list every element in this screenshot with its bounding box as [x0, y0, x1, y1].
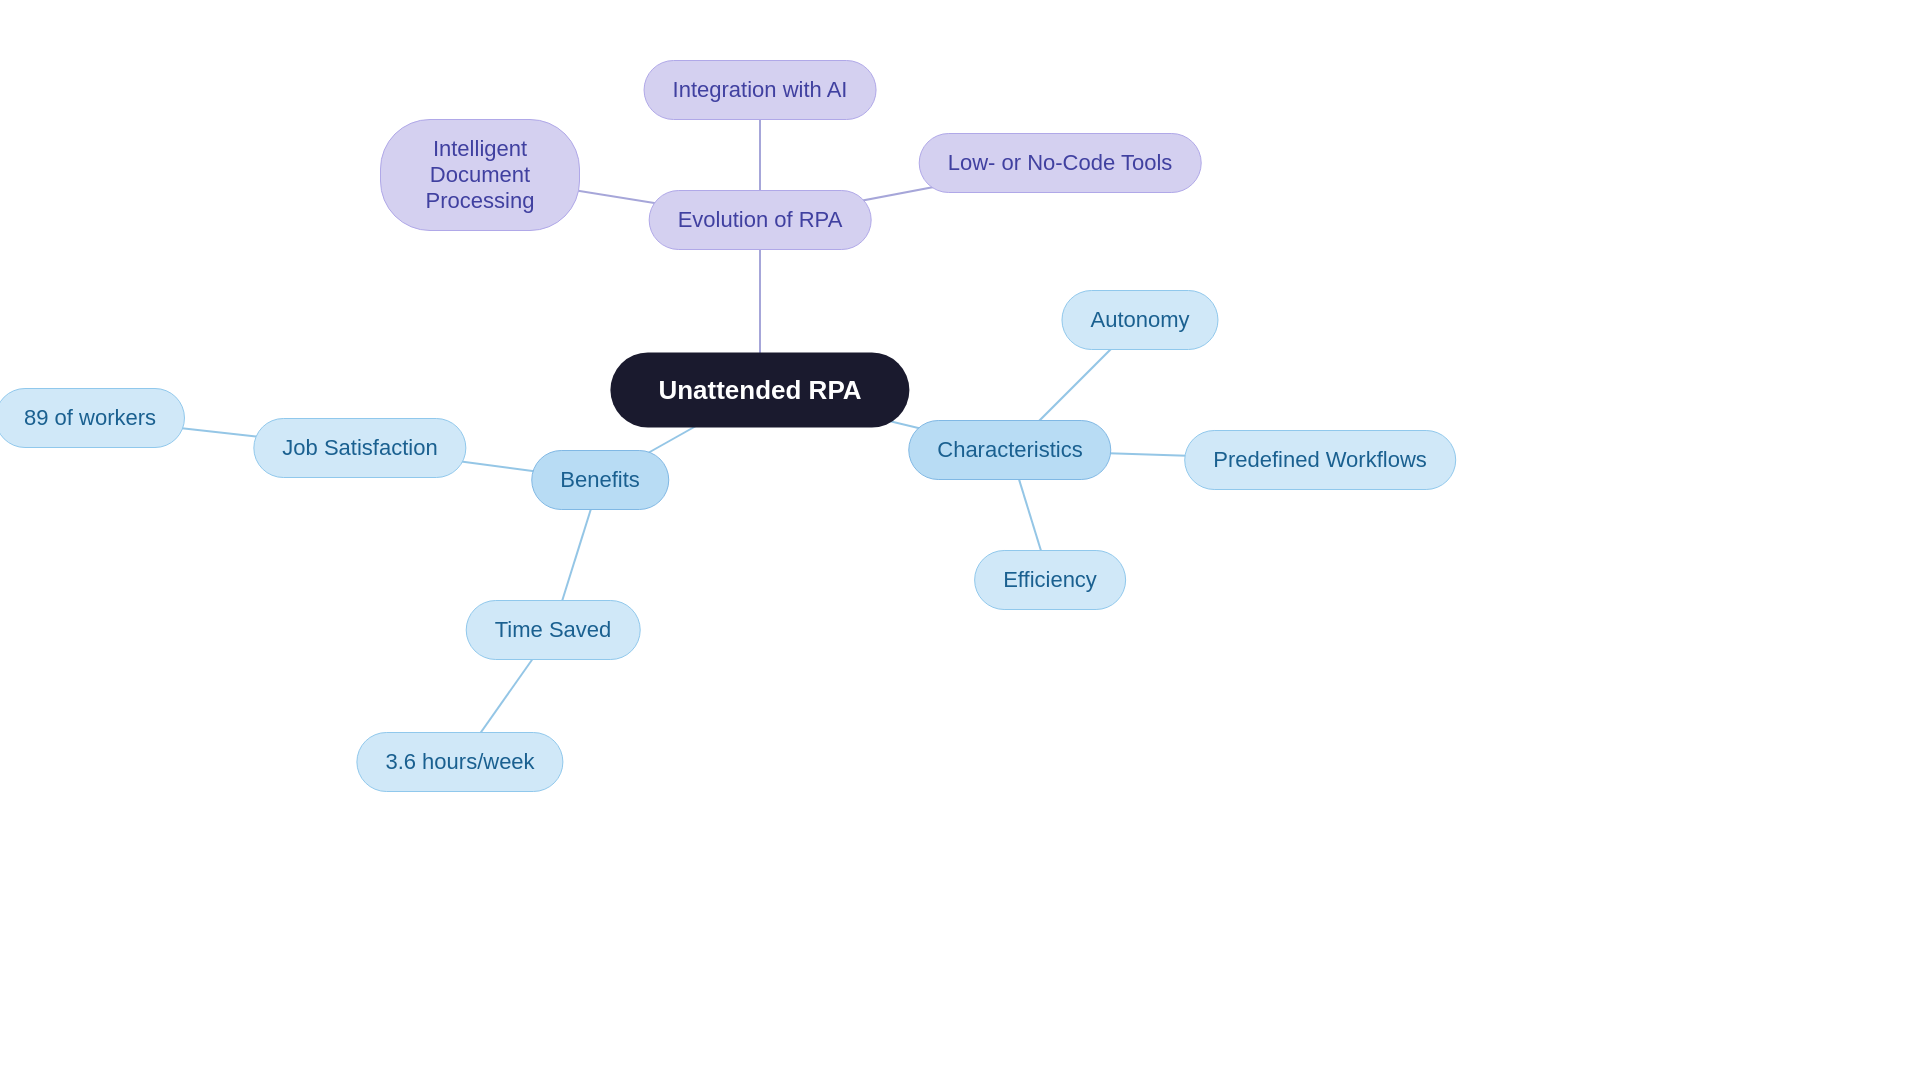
center-node: Unattended RPA: [610, 353, 909, 428]
predefined-node: Predefined Workflows: [1184, 430, 1456, 490]
time-saved-node: Time Saved: [466, 600, 641, 660]
low-no-code-node: Low- or No-Code Tools: [919, 133, 1202, 193]
evolution-rpa-node: Evolution of RPA: [649, 190, 872, 250]
integration-ai-node: Integration with AI: [644, 60, 877, 120]
autonomy-node: Autonomy: [1061, 290, 1218, 350]
benefits-node: Benefits: [531, 450, 669, 510]
hours-week-node: 3.6 hours/week: [356, 732, 563, 792]
efficiency-node: Efficiency: [974, 550, 1126, 610]
job-satisfaction-node: Job Satisfaction: [253, 418, 466, 478]
workers-node: 89 of workers: [0, 388, 185, 448]
characteristics-node: Characteristics: [908, 420, 1111, 480]
intelligent-doc-node: Intelligent DocumentProcessing: [380, 119, 580, 231]
